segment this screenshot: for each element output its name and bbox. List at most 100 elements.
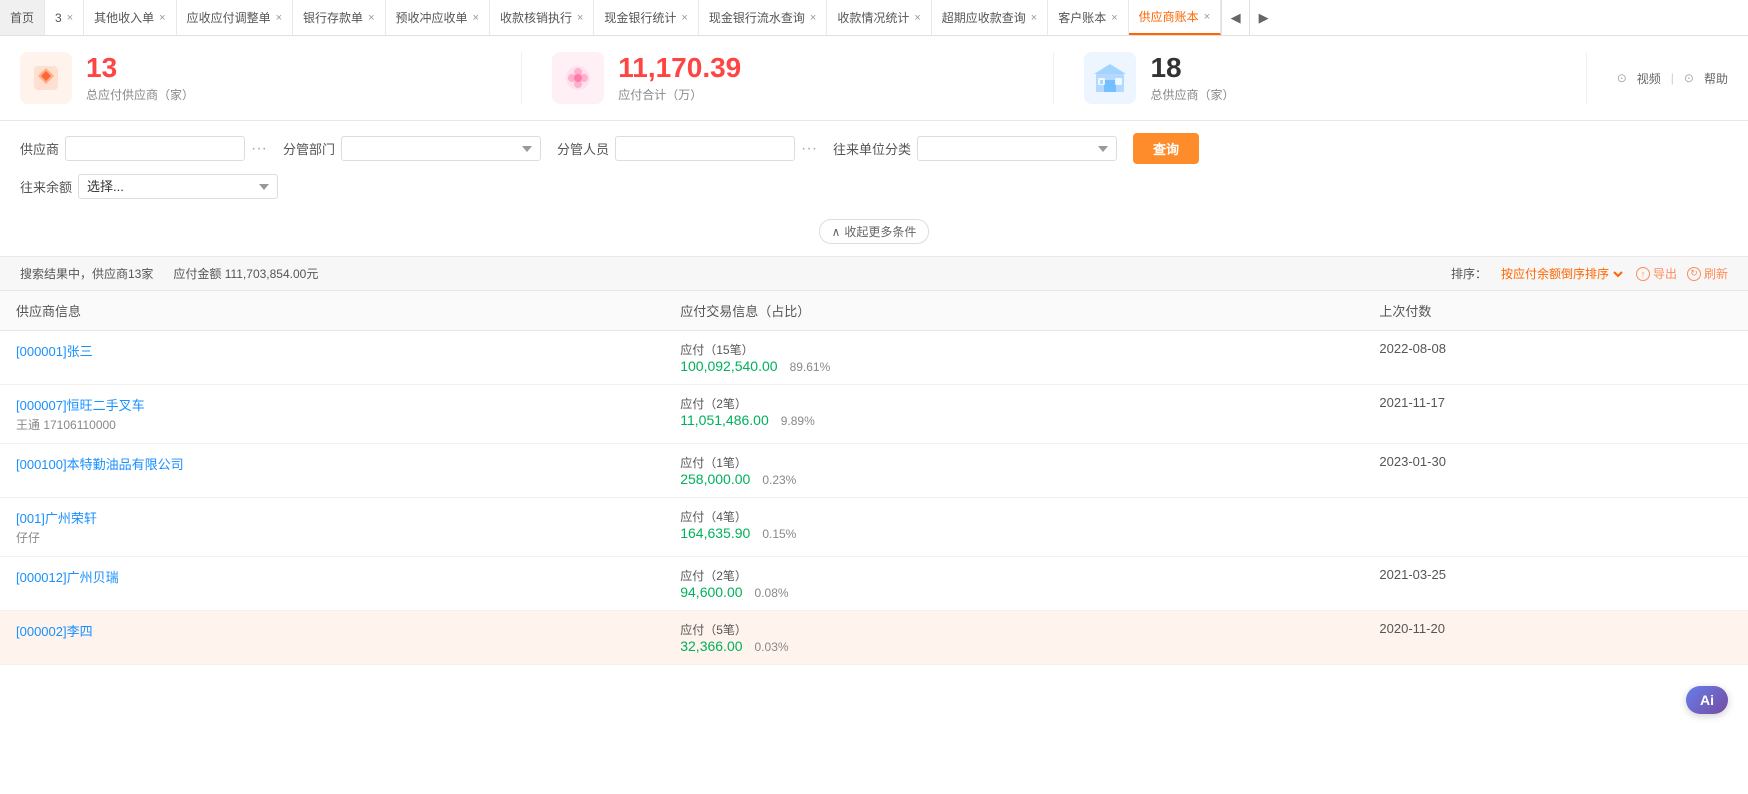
nav-tab-overdue[interactable]: 超期应收款查询 × bbox=[932, 0, 1048, 35]
query-button[interactable]: 查询 bbox=[1133, 133, 1199, 164]
supplier-link[interactable]: [000007]恒旺二手叉车 bbox=[16, 398, 145, 413]
trans-info-cell: 应付（2笔）94,600.000.08% bbox=[664, 557, 1363, 611]
unit-class-select[interactable] bbox=[917, 136, 1117, 161]
card3-info: 18 总供应商（家） bbox=[1150, 53, 1234, 104]
trans-count: （4笔） bbox=[704, 510, 747, 524]
last-pay-date: 2020-11-20 bbox=[1379, 621, 1445, 636]
supplier-sub-info: 王通 17106110000 bbox=[16, 416, 648, 433]
unit-class-label: 往来单位分类 bbox=[833, 139, 911, 158]
amount-value: 164,635.90 bbox=[680, 525, 750, 541]
nav-prev-arrow[interactable]: ◀ bbox=[1221, 0, 1249, 35]
trans-amount-row: 164,635.900.15% bbox=[680, 525, 1347, 541]
ai-assistant-button[interactable]: Ai bbox=[1686, 686, 1728, 714]
trans-amount-row: 100,092,540.0089.61% bbox=[680, 358, 1347, 374]
close-icon[interactable]: × bbox=[159, 12, 165, 24]
nav-tab-prepay[interactable]: 预收冲应收单 × bbox=[386, 0, 490, 35]
close-icon[interactable]: × bbox=[914, 12, 920, 24]
nav-tab-bank-deposit[interactable]: 银行存款单 × bbox=[293, 0, 385, 35]
trans-info-cell: 应付（1笔）258,000.000.23% bbox=[664, 444, 1363, 498]
nav-tab-customer[interactable]: 客户账本 × bbox=[1048, 0, 1128, 35]
last-pay-date-cell bbox=[1363, 498, 1748, 557]
table-row: [000012]广州贝瑞应付（2笔）94,600.000.08%2021-03-… bbox=[0, 557, 1748, 611]
supplier-link[interactable]: [000012]广州贝瑞 bbox=[16, 570, 119, 585]
help-link[interactable]: 帮助 bbox=[1704, 70, 1728, 87]
supplier-link[interactable]: [000001]张三 bbox=[16, 344, 93, 359]
amount-value: 32,366.00 bbox=[680, 638, 742, 654]
supplier-info-cell: [000002]李四 bbox=[0, 611, 664, 665]
nav-tab-home[interactable]: 首页 bbox=[0, 0, 45, 35]
trans-info-cell: 应付（5笔）32,366.000.03% bbox=[664, 611, 1363, 665]
close-icon[interactable]: × bbox=[810, 12, 816, 24]
summary-card-ap-suppliers: 13 总应付供应商（家） bbox=[20, 52, 522, 104]
close-icon[interactable]: × bbox=[1111, 12, 1117, 24]
nav-tab-other-income[interactable]: 其他收入单 × bbox=[84, 0, 176, 35]
close-icon[interactable]: × bbox=[368, 12, 374, 24]
collapse-button[interactable]: ∧ 收起更多条件 bbox=[819, 219, 930, 244]
nav-tab-ap-adjust[interactable]: 应收应付调整单 × bbox=[177, 0, 293, 35]
balance-label: 往来余额 bbox=[20, 177, 72, 196]
supplier-table: 供应商信息 应付交易信息（占比） 上次付数 [000001]张三应付（15笔）1… bbox=[0, 291, 1748, 665]
close-icon[interactable]: × bbox=[276, 12, 282, 24]
video-link[interactable]: 视频 bbox=[1637, 70, 1661, 87]
nav-tab-supplier-account[interactable]: 供应商账本 × bbox=[1129, 0, 1221, 35]
supplier-info-cell: [001]广州荣轩仔仔 bbox=[0, 498, 664, 557]
nav-tab-collect-verify[interactable]: 收款核销执行 × bbox=[490, 0, 594, 35]
supplier-link[interactable]: [000100]本特勤油品有限公司 bbox=[16, 457, 184, 472]
trans-type-label: 应付 bbox=[680, 510, 704, 524]
supplier-sub-info: 仔仔 bbox=[16, 529, 648, 546]
export-button[interactable]: ↑ 导出 bbox=[1636, 265, 1677, 282]
dept-label: 分管部门 bbox=[283, 139, 335, 158]
nav-tab-cash-flow[interactable]: 现金银行流水查询 × bbox=[699, 0, 827, 35]
result-amount-text: 应付金额 111,703,854.00元 bbox=[173, 265, 318, 282]
sort-select[interactable]: 按应付余额倒序排序 bbox=[1497, 266, 1626, 282]
card3-value: 18 bbox=[1150, 53, 1234, 84]
filter-supplier: 供应商 ··· bbox=[20, 136, 267, 161]
supplier-info-cell: [000012]广州贝瑞 bbox=[0, 557, 664, 611]
trans-type-label: 应付 bbox=[680, 343, 704, 357]
nav-tab-cash-stats[interactable]: 现金银行统计 × bbox=[594, 0, 698, 35]
supplier-input[interactable] bbox=[65, 136, 245, 161]
card2-info: 11,170.39 应付合计（万） bbox=[618, 53, 741, 104]
percentage-value: 0.08% bbox=[755, 586, 789, 600]
filter-person: 分管人员 ··· bbox=[557, 136, 817, 161]
last-pay-date: 2023-01-30 bbox=[1379, 454, 1446, 469]
close-icon[interactable]: × bbox=[473, 12, 479, 24]
table-container: 供应商信息 应付交易信息（占比） 上次付数 [000001]张三应付（15笔）1… bbox=[0, 291, 1748, 794]
nav-tab-collect-stats[interactable]: 收款情况统计 × bbox=[827, 0, 931, 35]
result-right-tools: 排序： 按应付余额倒序排序 ↑ 导出 ↻ 刷新 bbox=[1451, 265, 1728, 282]
trans-info-cell: 应付（15笔）100,092,540.0089.61% bbox=[664, 331, 1363, 385]
table-row: [000002]李四 应付（5笔）32,366.000.03% 2020-11-20 bbox=[0, 611, 1748, 665]
last-pay-date: 2022-08-08 bbox=[1379, 341, 1446, 356]
export-icon: ↑ bbox=[1636, 267, 1650, 281]
supplier-more-icon[interactable]: ··· bbox=[251, 140, 267, 158]
last-pay-date-cell: 2020-11-20 bbox=[1363, 611, 1748, 665]
trans-label-count: 应付（2笔） bbox=[680, 567, 1347, 584]
person-more-icon[interactable]: ··· bbox=[801, 140, 817, 158]
person-input[interactable] bbox=[615, 136, 795, 161]
nav-tab-3[interactable]: 3 × bbox=[45, 0, 84, 35]
col-trans-info: 应付交易信息（占比） bbox=[664, 291, 1363, 331]
refresh-button[interactable]: ↻ 刷新 bbox=[1687, 265, 1728, 282]
supplier-link[interactable]: [000002]李四 bbox=[16, 624, 93, 639]
card-icon-diamond bbox=[20, 52, 72, 104]
dept-select[interactable] bbox=[341, 136, 541, 161]
nav-next-arrow[interactable]: ▶ bbox=[1249, 0, 1277, 35]
close-icon[interactable]: × bbox=[681, 12, 687, 24]
trans-info-cell: 应付（4笔）164,635.900.15% bbox=[664, 498, 1363, 557]
trans-label-count: 应付（4笔） bbox=[680, 508, 1347, 525]
trans-label-count: 应付（15笔） bbox=[680, 341, 1347, 358]
trans-label-count: 应付（2笔） bbox=[680, 395, 1347, 412]
col-last-pay: 上次付数 bbox=[1363, 291, 1748, 331]
main-wrapper: 首页 3 × 其他收入单 × 应收应付调整单 × 银行存款单 × 预收冲应收单 … bbox=[0, 0, 1748, 794]
close-icon[interactable]: × bbox=[1031, 12, 1037, 24]
result-summary-text: 搜索结果中，供应商13家 bbox=[20, 265, 153, 282]
trans-amount-row: 11,051,486.009.89% bbox=[680, 412, 1347, 428]
person-label: 分管人员 bbox=[557, 139, 609, 158]
supplier-link[interactable]: [001]广州荣轩 bbox=[16, 511, 97, 526]
close-icon[interactable]: × bbox=[67, 12, 73, 24]
close-icon[interactable]: × bbox=[577, 12, 583, 24]
col-supplier-info: 供应商信息 bbox=[0, 291, 664, 331]
close-icon[interactable]: × bbox=[1204, 11, 1210, 23]
balance-select[interactable]: 选择... bbox=[78, 174, 278, 199]
card-icon-store bbox=[1084, 52, 1136, 104]
